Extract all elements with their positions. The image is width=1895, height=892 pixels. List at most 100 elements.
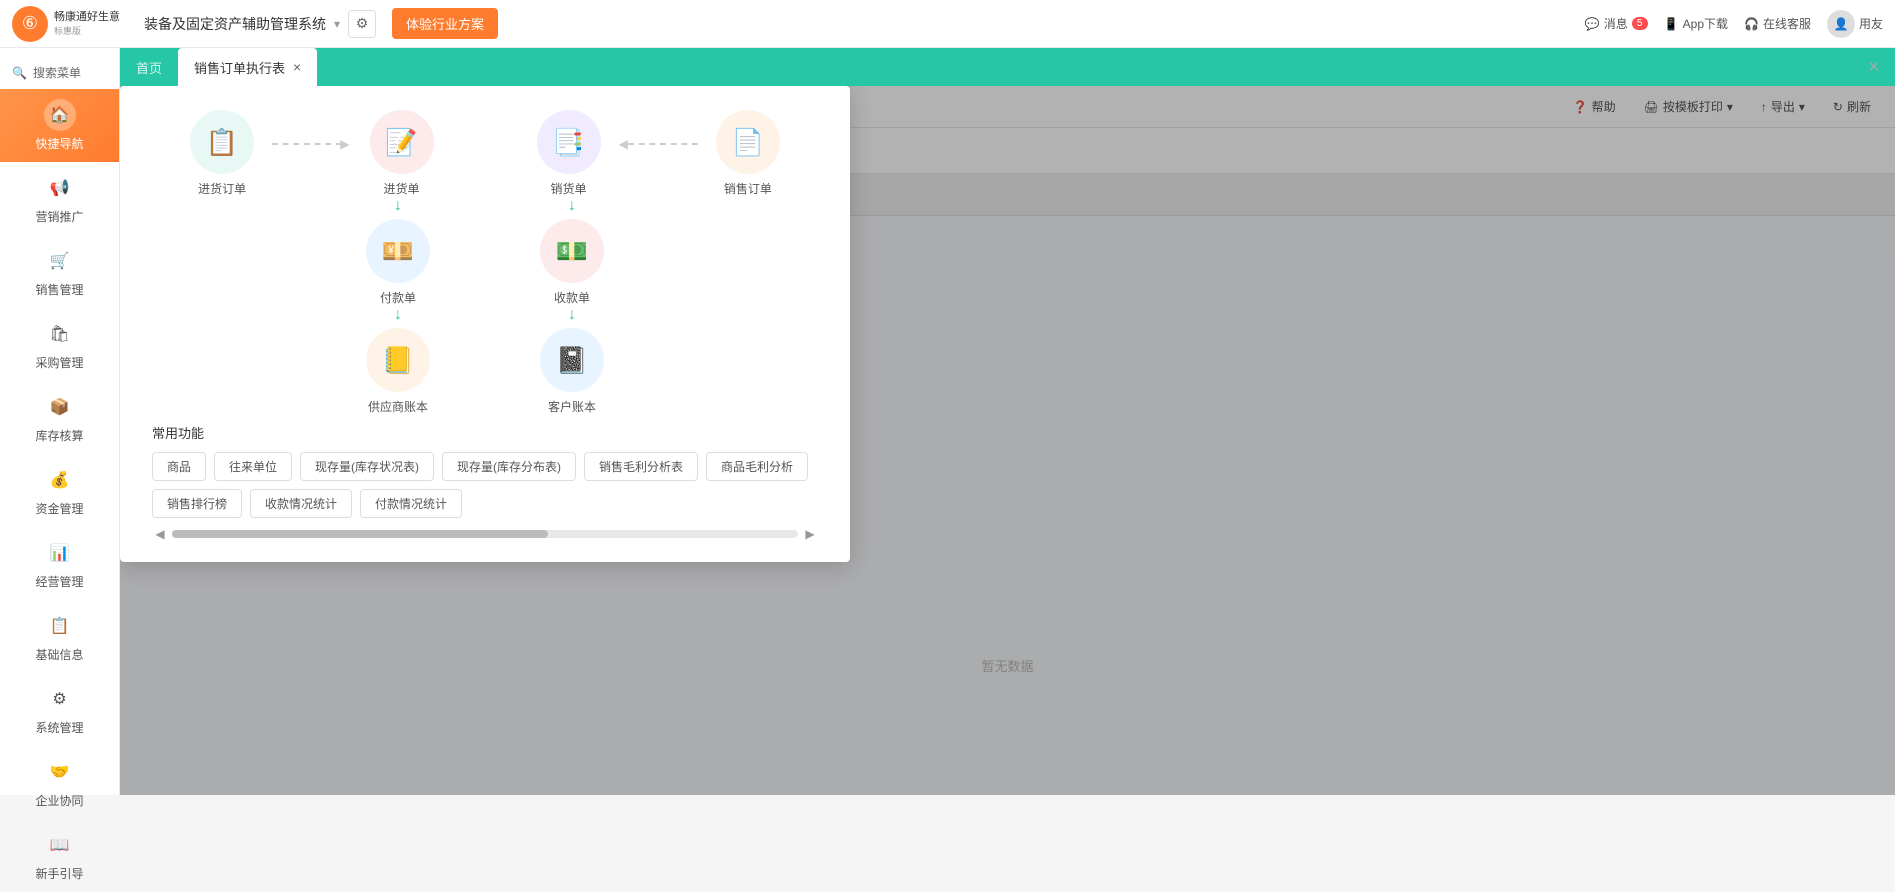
modal-scrollbar: ◀ ▶ bbox=[152, 526, 818, 546]
payment-label: 付款单 bbox=[380, 289, 416, 306]
window-close-icon[interactable]: × bbox=[1868, 57, 1879, 78]
scroll-left-btn[interactable]: ◀ bbox=[152, 526, 168, 542]
receipt-label: 收款单 bbox=[554, 289, 590, 306]
func-btn-goods[interactable]: 商品 bbox=[152, 452, 206, 481]
logo-text: 畅康通好生意 bbox=[54, 10, 120, 24]
tab-close-icon[interactable]: × bbox=[293, 60, 301, 74]
dropdown-arrow-icon[interactable]: ▾ bbox=[334, 17, 340, 31]
scrollbar-track[interactable] bbox=[172, 530, 798, 538]
main-layout: 🔍 搜索菜单 🏠 快捷导航 📢 营销推广 🛒 销售管理 🛍 采购管理 📦 库存核… bbox=[0, 48, 1895, 795]
flow-node-customer-ledger[interactable]: 📓 客户账本 bbox=[520, 328, 624, 415]
search-menu-label: 搜索菜单 bbox=[33, 64, 81, 81]
operation-icon: 📊 bbox=[44, 537, 76, 569]
tab-home-label: 首页 bbox=[136, 58, 162, 77]
purchase-order-circle: 📋 bbox=[190, 110, 254, 174]
sidebar-item-sales[interactable]: 🛒 销售管理 bbox=[0, 235, 119, 308]
online-service-btn[interactable]: 🎧 在线客服 bbox=[1744, 15, 1811, 32]
app-download-label: App下载 bbox=[1683, 15, 1728, 32]
message-btn[interactable]: 💬 消息 5 bbox=[1585, 15, 1648, 32]
top-header: ⑥ 畅康通好生意 标惠版 装备及固定资产辅助管理系统 ▾ ⚙ 体验行业方案 💬 … bbox=[0, 0, 1895, 48]
func-btn-stock-dist[interactable]: 现存量(库存分布表) bbox=[442, 452, 576, 481]
supplier-ledger-label: 供应商账本 bbox=[368, 398, 428, 415]
user-avatar: 👤 bbox=[1827, 10, 1855, 38]
flow-node-sales-bill[interactable]: 📑 销货单 bbox=[518, 110, 618, 197]
sidebar-item-purchase[interactable]: 🛍 采购管理 bbox=[0, 308, 119, 381]
search-icon: 🔍 bbox=[12, 66, 27, 80]
sidebar-item-label: 营销推广 bbox=[35, 208, 83, 225]
message-label: 消息 bbox=[1604, 15, 1628, 32]
sidebar-item-finance[interactable]: 💰 资金管理 bbox=[0, 454, 119, 527]
quick-nav-icon: 🏠 bbox=[44, 99, 76, 131]
user-btn[interactable]: 👤 用友 bbox=[1827, 10, 1883, 38]
system-title-text: 装备及固定资产辅助管理系统 bbox=[144, 14, 326, 34]
flow-node-receipt[interactable]: 💵 收款单 bbox=[520, 219, 624, 306]
func-btn-sales-rank[interactable]: 销售排行榜 bbox=[152, 489, 242, 518]
app-download-btn[interactable]: 📱 App下载 bbox=[1664, 15, 1728, 32]
sidebar-item-label: 新手引导 bbox=[35, 865, 83, 882]
sidebar-item-label: 销售管理 bbox=[35, 281, 83, 298]
tab-sales-order[interactable]: 销售订单执行表 × bbox=[178, 48, 317, 86]
tab-sales-order-label: 销售订单执行表 bbox=[194, 58, 285, 77]
func-btn-partners[interactable]: 往来单位 bbox=[214, 452, 292, 481]
header-right: 💬 消息 5 📱 App下载 🎧 在线客服 👤 用友 bbox=[1585, 10, 1883, 38]
sales-icon: 🛒 bbox=[44, 245, 76, 277]
sidebar-item-quick-nav[interactable]: 🏠 快捷导航 bbox=[0, 89, 119, 162]
func-btn-stock-status[interactable]: 现存量(库存状况表) bbox=[300, 452, 434, 481]
purchase-order-label: 进货订单 bbox=[198, 180, 246, 197]
purchase-bill-label: 进货单 bbox=[384, 180, 420, 197]
sidebar-item-label: 基础信息 bbox=[35, 646, 83, 663]
logo-subtext: 标惠版 bbox=[54, 24, 120, 37]
sidebar-item-operation[interactable]: 📊 经营管理 bbox=[0, 527, 119, 600]
service-icon: 🎧 bbox=[1744, 17, 1759, 31]
settings-button[interactable]: ⚙ bbox=[348, 10, 376, 38]
flow-node-supplier-ledger[interactable]: 📒 供应商账本 bbox=[346, 328, 450, 415]
func-btn-payment-stats[interactable]: 付款情况统计 bbox=[360, 489, 462, 518]
scrollbar-thumb bbox=[172, 530, 548, 538]
func-btn-sales-profit[interactable]: 销售毛利分析表 bbox=[584, 452, 698, 481]
sidebar-item-enterprise[interactable]: 🤝 企业协同 bbox=[0, 746, 119, 819]
func-buttons-row1: 商品 往来单位 现存量(库存状况表) 现存量(库存分布表) 销售毛利分析表 商品… bbox=[152, 452, 818, 481]
flow-node-purchase-bill[interactable]: 📝 进货单 bbox=[351, 110, 451, 197]
sidebar-item-inventory[interactable]: 📦 库存核算 bbox=[0, 381, 119, 454]
search-menu-btn[interactable]: 🔍 搜索菜单 bbox=[0, 56, 119, 89]
purchase-icon: 🛍 bbox=[44, 318, 76, 350]
sidebar-item-label: 库存核算 bbox=[35, 427, 83, 444]
sales-bill-circle: 📑 bbox=[537, 110, 601, 174]
sidebar-item-basic-info[interactable]: 📋 基础信息 bbox=[0, 600, 119, 673]
trial-btn[interactable]: 体验行业方案 bbox=[392, 8, 498, 39]
flow-node-sales-order[interactable]: 📄 销售订单 bbox=[698, 110, 798, 197]
func-buttons-row2: 销售排行榜 收款情况统计 付款情况统计 bbox=[152, 489, 818, 518]
page-content: ❓ 帮助 🖨 按模板打印 ▾ ↑ 导出 ▾ ↻ 刷新 bbox=[120, 86, 1895, 795]
sales-order-label: 销售订单 bbox=[724, 180, 772, 197]
sidebar-item-label: 经营管理 bbox=[35, 573, 83, 590]
sidebar-item-guide[interactable]: 📖 新手引导 bbox=[0, 819, 119, 892]
message-icon: 💬 bbox=[1585, 17, 1600, 31]
finance-icon: 💰 bbox=[44, 464, 76, 496]
logo-icon: ⑥ bbox=[12, 6, 48, 42]
marketing-icon: 📢 bbox=[44, 172, 76, 204]
basic-info-icon: 📋 bbox=[44, 610, 76, 642]
func-btn-receipt-stats[interactable]: 收款情况统计 bbox=[250, 489, 352, 518]
flow-node-purchase-order[interactable]: 📋 进货订单 bbox=[172, 110, 272, 197]
sidebar-item-label: 系统管理 bbox=[35, 719, 83, 736]
sidebar-item-label: 快捷导航 bbox=[35, 135, 83, 152]
sales-order-circle: 📄 bbox=[716, 110, 780, 174]
tab-home[interactable]: 首页 bbox=[120, 48, 178, 86]
tab-bar: 首页 销售订单执行表 × × bbox=[120, 48, 1895, 86]
online-service-label: 在线客服 bbox=[1763, 15, 1811, 32]
sidebar-item-marketing[interactable]: 📢 营销推广 bbox=[0, 162, 119, 235]
customer-ledger-label: 客户账本 bbox=[548, 398, 596, 415]
message-badge: 5 bbox=[1632, 17, 1648, 30]
func-btn-goods-profit[interactable]: 商品毛利分析 bbox=[706, 452, 808, 481]
flow-node-payment[interactable]: 💴 付款单 bbox=[346, 219, 450, 306]
sales-bill-label: 销货单 bbox=[550, 180, 586, 197]
sidebar-item-label: 采购管理 bbox=[35, 354, 83, 371]
purchase-bill-circle: 📝 bbox=[370, 110, 434, 174]
modal-overlay[interactable]: 📋 进货订单 ▶ bbox=[120, 86, 1895, 795]
guide-icon: 📖 bbox=[44, 829, 76, 861]
sidebar-item-label: 资金管理 bbox=[35, 500, 83, 517]
inventory-icon: 📦 bbox=[44, 391, 76, 423]
logo-area: ⑥ 畅康通好生意 标惠版 bbox=[12, 6, 132, 42]
scroll-right-btn[interactable]: ▶ bbox=[802, 526, 818, 542]
sidebar-item-system[interactable]: ⚙ 系统管理 bbox=[0, 673, 119, 746]
